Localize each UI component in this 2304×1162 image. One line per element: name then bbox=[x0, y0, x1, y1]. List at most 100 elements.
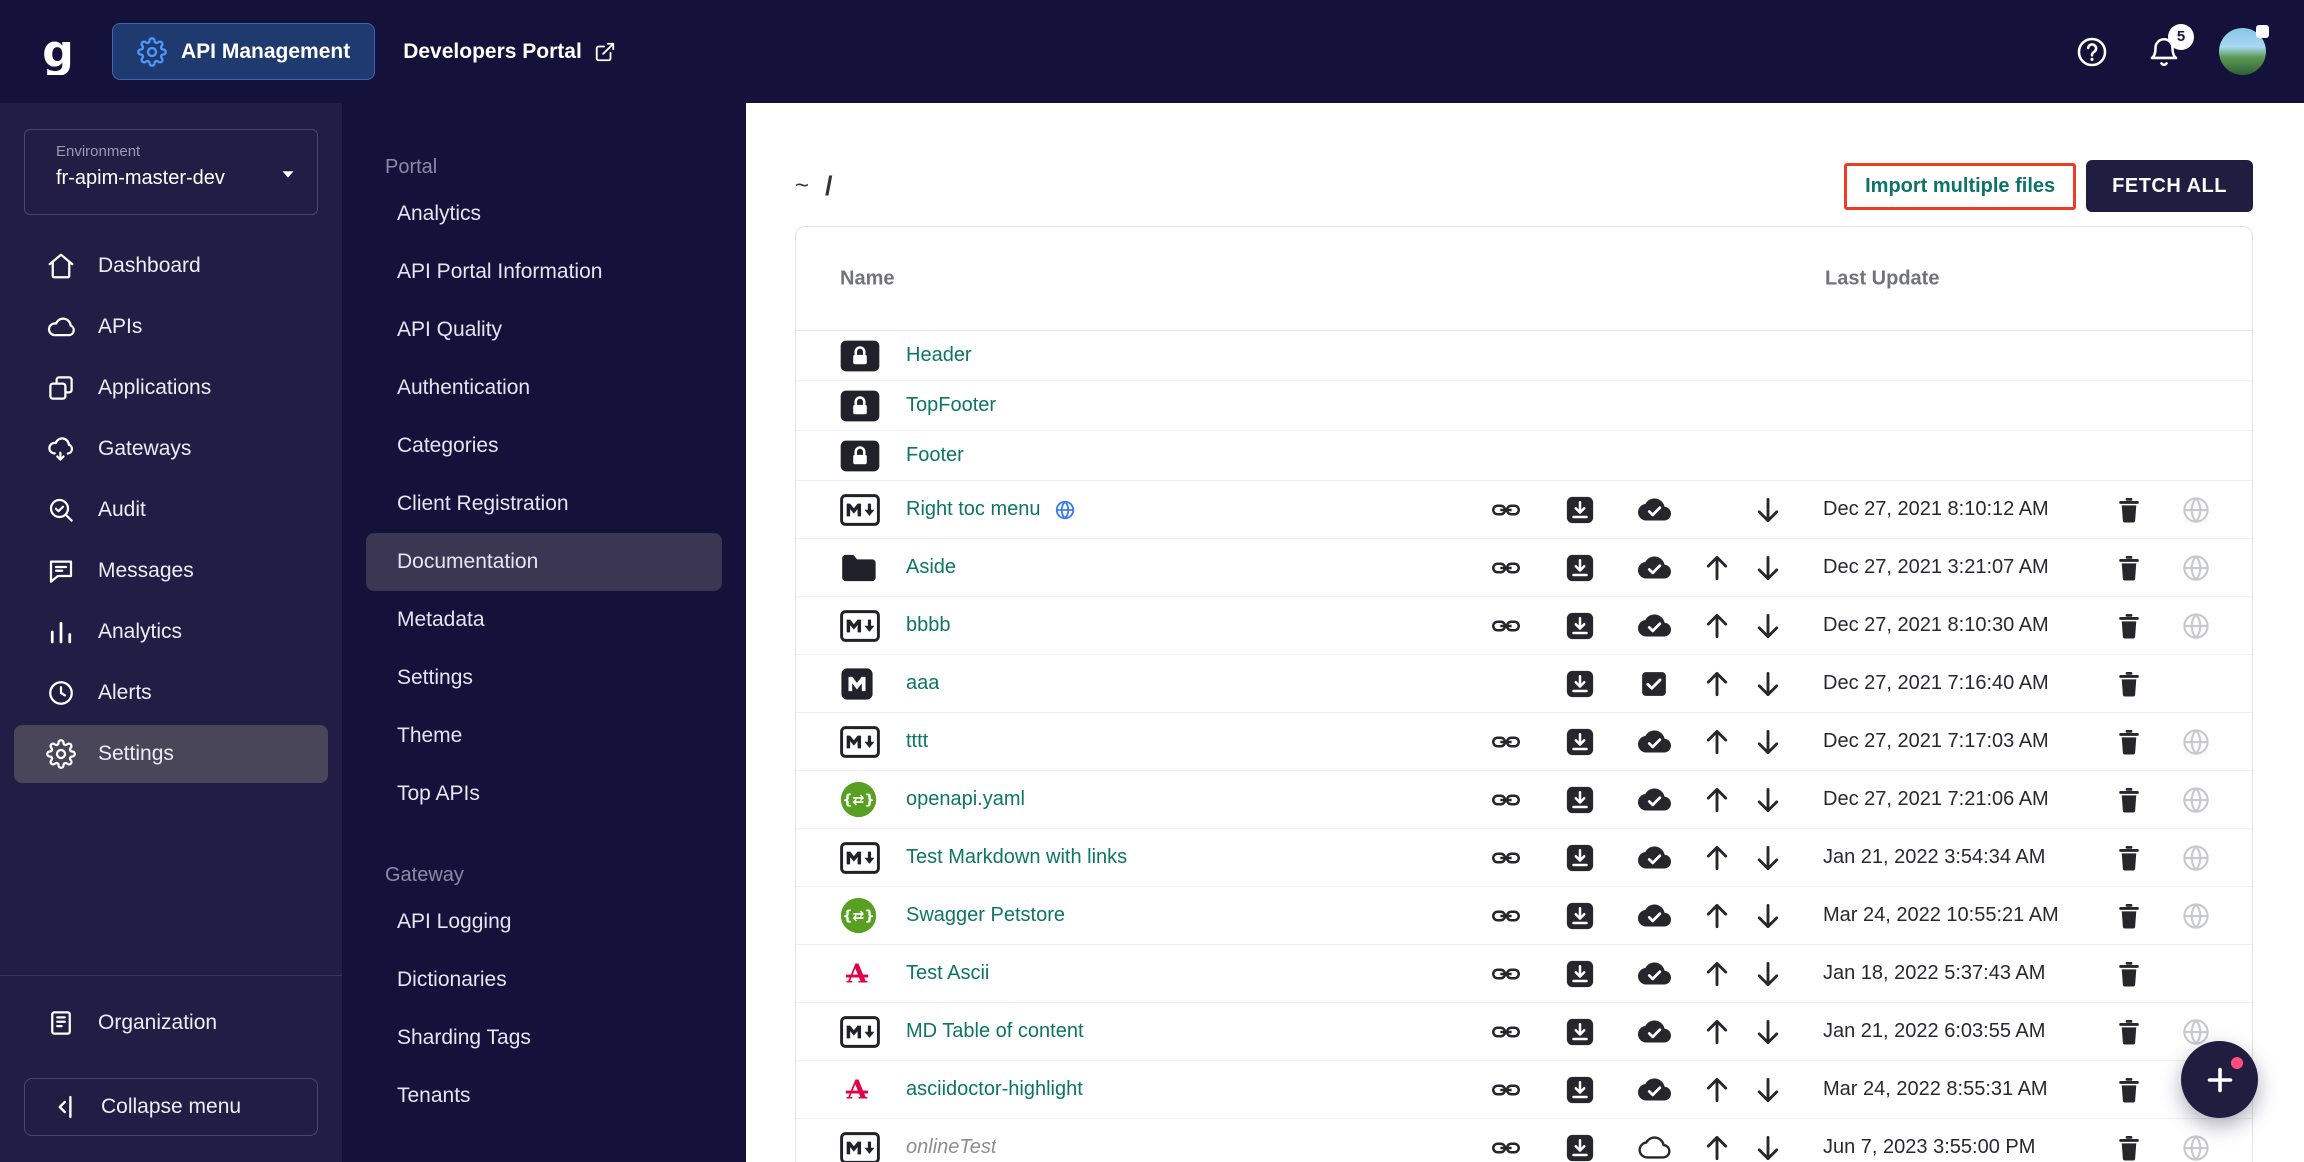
move-down-icon[interactable] bbox=[1753, 553, 1783, 583]
save-icon[interactable] bbox=[1565, 785, 1595, 815]
developers-portal-link[interactable]: Developers Portal bbox=[403, 40, 616, 64]
delete-icon[interactable] bbox=[2114, 901, 2144, 931]
move-down-icon[interactable] bbox=[1753, 1075, 1783, 1105]
move-down-icon[interactable] bbox=[1753, 611, 1783, 641]
link-icon[interactable] bbox=[1490, 1017, 1522, 1047]
save-icon[interactable] bbox=[1565, 1133, 1595, 1162]
move-up-icon[interactable] bbox=[1702, 1017, 1732, 1047]
cloud-check-icon[interactable] bbox=[1637, 493, 1671, 526]
translate-icon[interactable] bbox=[2181, 785, 2211, 815]
cloud-check-icon[interactable] bbox=[1637, 957, 1671, 990]
doc-name-link[interactable]: MD Table of content bbox=[906, 1020, 1084, 1043]
delete-icon[interactable] bbox=[2114, 1133, 2144, 1162]
doc-name-link[interactable]: bbbb bbox=[906, 614, 951, 637]
translate-icon[interactable] bbox=[2181, 901, 2211, 931]
doc-name-link[interactable]: Aside bbox=[906, 556, 956, 579]
sidebar-item-dashboard[interactable]: Dashboard bbox=[14, 237, 328, 295]
save-icon[interactable] bbox=[1565, 959, 1595, 989]
sidebar-item-audit[interactable]: Audit bbox=[14, 481, 328, 539]
doc-name-link[interactable]: aaa bbox=[906, 672, 939, 695]
move-up-icon[interactable] bbox=[1702, 1133, 1732, 1162]
translate-icon[interactable] bbox=[2181, 1133, 2211, 1162]
move-up-icon[interactable] bbox=[1702, 785, 1732, 815]
delete-icon[interactable] bbox=[2114, 611, 2144, 641]
link-icon[interactable] bbox=[1490, 495, 1522, 525]
cloud-check-icon[interactable] bbox=[1637, 841, 1671, 874]
subnav-item-analytics[interactable]: Analytics bbox=[366, 185, 722, 243]
sidebar-item-analytics[interactable]: Analytics bbox=[14, 603, 328, 661]
delete-icon[interactable] bbox=[2114, 1075, 2144, 1105]
save-icon[interactable] bbox=[1565, 553, 1595, 583]
save-icon[interactable] bbox=[1565, 1075, 1595, 1105]
cloud-outline-icon[interactable] bbox=[1637, 1131, 1671, 1162]
subnav-item-metadata[interactable]: Metadata bbox=[366, 591, 722, 649]
subnav-item-top-apis[interactable]: Top APIs bbox=[366, 765, 722, 823]
sidebar-item-messages[interactable]: Messages bbox=[14, 542, 328, 600]
subnav-item-theme[interactable]: Theme bbox=[366, 707, 722, 765]
link-icon[interactable] bbox=[1490, 1075, 1522, 1105]
fetch-all-button[interactable]: FETCH ALL bbox=[2086, 160, 2253, 212]
link-icon[interactable] bbox=[1490, 785, 1522, 815]
translate-icon[interactable] bbox=[2181, 843, 2211, 873]
collapse-menu-button[interactable]: Collapse menu bbox=[24, 1078, 318, 1136]
cloud-check-icon[interactable] bbox=[1637, 783, 1671, 816]
sidebar-item-gateways[interactable]: Gateways bbox=[14, 420, 328, 478]
add-page-fab[interactable] bbox=[2181, 1041, 2258, 1118]
link-icon[interactable] bbox=[1490, 959, 1522, 989]
move-down-icon[interactable] bbox=[1753, 959, 1783, 989]
subnav-item-api-portal-information[interactable]: API Portal Information bbox=[366, 243, 722, 301]
api-management-button[interactable]: API Management bbox=[112, 23, 376, 80]
move-up-icon[interactable] bbox=[1702, 669, 1732, 699]
checkbox-check-icon[interactable] bbox=[1639, 669, 1669, 699]
translate-icon[interactable] bbox=[2181, 553, 2211, 583]
move-down-icon[interactable] bbox=[1753, 1017, 1783, 1047]
move-down-icon[interactable] bbox=[1753, 785, 1783, 815]
link-icon[interactable] bbox=[1490, 611, 1522, 641]
delete-icon[interactable] bbox=[2114, 959, 2144, 989]
subnav-item-api-quality[interactable]: API Quality bbox=[366, 301, 722, 359]
subnav-item-tenants[interactable]: Tenants bbox=[366, 1067, 722, 1125]
help-icon[interactable] bbox=[2075, 35, 2109, 69]
doc-name-link[interactable]: Test Ascii bbox=[906, 962, 989, 985]
translate-icon[interactable] bbox=[2181, 495, 2211, 525]
link-icon[interactable] bbox=[1490, 727, 1522, 757]
sidebar-item-applications[interactable]: Applications bbox=[14, 359, 328, 417]
sidebar-item-organization[interactable]: Organization bbox=[14, 994, 328, 1052]
breadcrumb-root[interactable]: ~ bbox=[795, 172, 809, 200]
save-icon[interactable] bbox=[1565, 843, 1595, 873]
move-up-icon[interactable] bbox=[1702, 959, 1732, 989]
link-icon[interactable] bbox=[1490, 1133, 1522, 1162]
notifications-button[interactable]: 5 bbox=[2147, 23, 2194, 69]
link-icon[interactable] bbox=[1490, 901, 1522, 931]
translate-icon[interactable] bbox=[2181, 727, 2211, 757]
translate-icon[interactable] bbox=[2181, 611, 2211, 641]
doc-name-link[interactable]: Right toc menu bbox=[906, 498, 1041, 521]
sidebar-item-alerts[interactable]: Alerts bbox=[14, 664, 328, 722]
delete-icon[interactable] bbox=[2114, 495, 2144, 525]
save-icon[interactable] bbox=[1565, 495, 1595, 525]
subnav-item-documentation[interactable]: Documentation bbox=[366, 533, 722, 591]
delete-icon[interactable] bbox=[2114, 843, 2144, 873]
delete-icon[interactable] bbox=[2114, 727, 2144, 757]
save-icon[interactable] bbox=[1565, 727, 1595, 757]
move-up-icon[interactable] bbox=[1702, 901, 1732, 931]
delete-icon[interactable] bbox=[2114, 669, 2144, 699]
save-icon[interactable] bbox=[1565, 1017, 1595, 1047]
save-icon[interactable] bbox=[1565, 901, 1595, 931]
subnav-item-settings[interactable]: Settings bbox=[366, 649, 722, 707]
sidebar-item-apis[interactable]: APIs bbox=[14, 298, 328, 356]
subnav-item-api-logging[interactable]: API Logging bbox=[366, 893, 722, 951]
doc-name-link[interactable]: Header bbox=[906, 344, 972, 367]
subnav-item-client-registration[interactable]: Client Registration bbox=[366, 475, 722, 533]
cloud-check-icon[interactable] bbox=[1637, 725, 1671, 758]
move-down-icon[interactable] bbox=[1753, 1133, 1783, 1162]
move-up-icon[interactable] bbox=[1702, 611, 1732, 641]
link-icon[interactable] bbox=[1490, 553, 1522, 583]
cloud-check-icon[interactable] bbox=[1637, 899, 1671, 932]
move-up-icon[interactable] bbox=[1702, 553, 1732, 583]
move-up-icon[interactable] bbox=[1702, 727, 1732, 757]
move-down-icon[interactable] bbox=[1753, 901, 1783, 931]
move-down-icon[interactable] bbox=[1753, 843, 1783, 873]
subnav-item-categories[interactable]: Categories bbox=[366, 417, 722, 475]
move-up-icon[interactable] bbox=[1702, 1075, 1732, 1105]
